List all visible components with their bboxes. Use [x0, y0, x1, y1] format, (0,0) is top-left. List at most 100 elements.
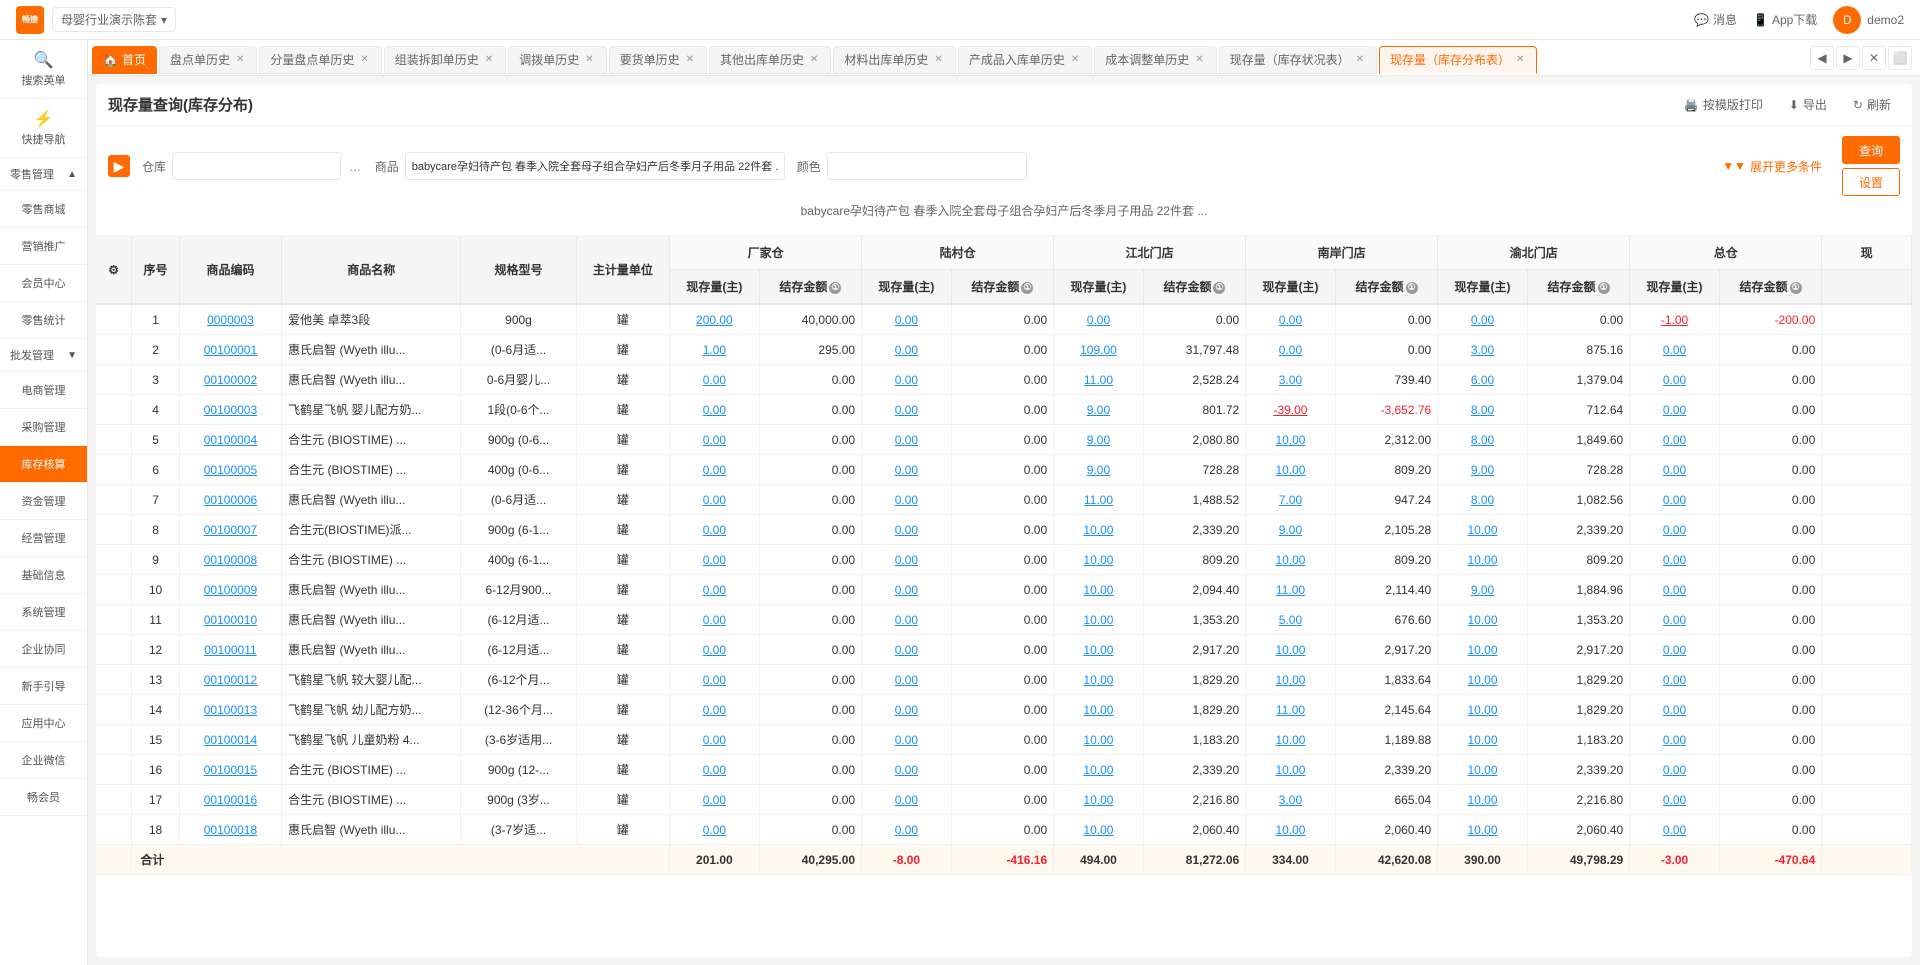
sidebar-item-marketing[interactable]: 营销推广: [0, 228, 87, 265]
table-row: 5 00100004 合生元 (BIOSTIME) ... 900g (0-6.…: [96, 425, 1912, 455]
app-download-btn[interactable]: 📱 App下载: [1753, 11, 1817, 28]
cell-settings[interactable]: [96, 515, 132, 545]
c1-info-icon[interactable]: ①: [829, 282, 841, 294]
cell-spec: 0-6月婴儿...: [461, 365, 576, 395]
company-selector[interactable]: 母婴行业演示陈套 ▾: [52, 7, 176, 32]
c4-info-icon[interactable]: ①: [1406, 282, 1418, 294]
close-tab-stock-dist[interactable]: ✕: [1514, 53, 1526, 66]
tab-inventory-count[interactable]: 盘点单历史 ✕: [159, 46, 257, 74]
search-button[interactable]: 查询: [1842, 136, 1900, 164]
close-tab-cost-adjust[interactable]: ✕: [1193, 53, 1205, 66]
cell-settings[interactable]: [96, 635, 132, 665]
filter-expand-btn[interactable]: ▶: [108, 155, 130, 177]
tab-home[interactable]: 🏠 首页: [92, 46, 157, 74]
sidebar-item-retail-shop[interactable]: 零售商城: [0, 191, 87, 228]
sidebar-item-wholesale[interactable]: 批发管理 ▼: [0, 339, 87, 372]
tab-cost-adjust[interactable]: 成本调整单历史 ✕: [1094, 46, 1216, 74]
sidebar-item-finance[interactable]: 资金管理: [0, 483, 87, 520]
sidebar-item-retail-stats[interactable]: 零售统计: [0, 302, 87, 339]
expand-conditions-btn[interactable]: ▼▼ 展开更多条件: [1722, 158, 1822, 175]
close-tab-product-in[interactable]: ✕: [1069, 53, 1081, 66]
close-tab-split-count[interactable]: ✕: [358, 53, 370, 66]
c2-info-icon[interactable]: ①: [1021, 282, 1033, 294]
warehouse-input[interactable]: [172, 152, 341, 180]
c6-info-icon[interactable]: ①: [1790, 282, 1802, 294]
tab-stock-table[interactable]: 现存量（库存状况表） ✕: [1219, 46, 1377, 74]
tab-order[interactable]: 要货单历史 ✕: [609, 46, 707, 74]
sidebar-item-retail[interactable]: 零售管理 ▲: [0, 158, 87, 191]
sidebar-item-system[interactable]: 系统管理: [0, 594, 87, 631]
cell-settings[interactable]: [96, 665, 132, 695]
cell-c5-amt: 728.28: [1527, 455, 1629, 485]
user-area[interactable]: D demo2: [1833, 6, 1904, 34]
c5-info-icon[interactable]: ①: [1598, 282, 1610, 294]
cell-no: 7: [132, 485, 179, 515]
tab-close-all-btn[interactable]: ✕: [1862, 46, 1886, 70]
cell-settings[interactable]: [96, 335, 132, 365]
cell-settings[interactable]: [96, 545, 132, 575]
th-settings[interactable]: ⚙: [96, 236, 132, 304]
cell-settings[interactable]: [96, 485, 132, 515]
sidebar-item-apps[interactable]: 应用中心: [0, 705, 87, 742]
cell-settings[interactable]: [96, 695, 132, 725]
sidebar-item-purchase[interactable]: 采购管理: [0, 409, 87, 446]
sidebar-item-operations[interactable]: 经营管理: [0, 520, 87, 557]
tab-other-out[interactable]: 其他出库单历史 ✕: [709, 46, 831, 74]
c3-info-icon[interactable]: ①: [1213, 282, 1225, 294]
close-tab-allocation[interactable]: ✕: [583, 53, 595, 66]
close-tab-material-out[interactable]: ✕: [932, 53, 944, 66]
cell-settings[interactable]: [96, 455, 132, 485]
tab-next-btn[interactable]: ▶: [1836, 46, 1860, 70]
table-container[interactable]: ⚙ 序号 商品编码 商品名称 规格型号 主计量单位 厂家仓 陆村仓 江北门店 南…: [96, 236, 1912, 957]
close-tab-assemble[interactable]: ✕: [483, 53, 495, 66]
sidebar-item-wechat[interactable]: 企业微信: [0, 742, 87, 779]
cell-no: 17: [132, 785, 179, 815]
cell-settings[interactable]: [96, 395, 132, 425]
sidebar-item-search[interactable]: 🔍 搜索英单: [0, 40, 87, 99]
refresh-btn[interactable]: ↻ 刷新: [1844, 92, 1900, 117]
cell-c1-qty: 0.00: [670, 695, 760, 725]
sidebar-item-guide[interactable]: 新手引导: [0, 668, 87, 705]
sidebar-item-basic[interactable]: 基础信息: [0, 557, 87, 594]
sidebar-item-ecommerce[interactable]: 电商管理: [0, 372, 87, 409]
tab-assemble[interactable]: 组装拆卸单历史 ✕: [384, 46, 506, 74]
tab-stock-dist[interactable]: 现存量（库存分布表） ✕: [1379, 46, 1537, 74]
setting-button[interactable]: 设置: [1842, 168, 1900, 196]
tab-product-in[interactable]: 产成品入库单历史 ✕: [958, 46, 1092, 74]
tab-material-out[interactable]: 材料出库单历史 ✕: [833, 46, 955, 74]
color-input[interactable]: [827, 152, 1027, 180]
sidebar-item-member[interactable]: 会员中心: [0, 265, 87, 302]
product-input[interactable]: [405, 152, 785, 180]
close-tab-stock-table[interactable]: ✕: [1354, 53, 1366, 66]
cell-settings[interactable]: [96, 785, 132, 815]
tab-prev-btn[interactable]: ◀: [1810, 46, 1834, 70]
sidebar-item-inventory[interactable]: 库存核算: [0, 446, 87, 483]
cell-settings[interactable]: [96, 575, 132, 605]
sidebar-item-enterprise[interactable]: 企业协同: [0, 631, 87, 668]
cell-settings[interactable]: [96, 605, 132, 635]
tab-split-count[interactable]: 分量盘点单历史 ✕: [259, 46, 381, 74]
cell-settings[interactable]: [96, 365, 132, 395]
sidebar-item-quick-nav[interactable]: ⚡ 快捷导航: [0, 99, 87, 158]
tab-menu-btn[interactable]: ⬜: [1888, 46, 1912, 70]
cell-name: 惠氏启智 (Wyeth illu...: [282, 605, 461, 635]
tab-allocation[interactable]: 调拨单历史 ✕: [508, 46, 606, 74]
cell-name: 飞鹤星飞帆 婴儿配方奶...: [282, 395, 461, 425]
close-tab-other-out[interactable]: ✕: [808, 53, 820, 66]
cell-settings[interactable]: [96, 425, 132, 455]
close-tab-inventory-count[interactable]: ✕: [234, 53, 246, 66]
print-btn[interactable]: 🖨️ 按模版打印: [1675, 92, 1772, 117]
cell-c4-amt: 809.20: [1335, 545, 1437, 575]
cell-settings[interactable]: [96, 815, 132, 845]
cell-c5-amt: 2,216.80: [1527, 785, 1629, 815]
cell-no: 8: [132, 515, 179, 545]
messages-btn[interactable]: 💬 消息: [1694, 11, 1737, 28]
th-c5-qty: 现存量(主): [1438, 270, 1528, 305]
cell-settings[interactable]: [96, 755, 132, 785]
cell-settings[interactable]: [96, 304, 132, 335]
sidebar-item-members2[interactable]: 畅会员: [0, 779, 87, 816]
close-tab-order[interactable]: ✕: [684, 53, 696, 66]
cell-settings[interactable]: [96, 725, 132, 755]
export-btn[interactable]: ⬇ 导出: [1780, 92, 1836, 117]
cell-c3-amt: 1,183.20: [1143, 725, 1245, 755]
